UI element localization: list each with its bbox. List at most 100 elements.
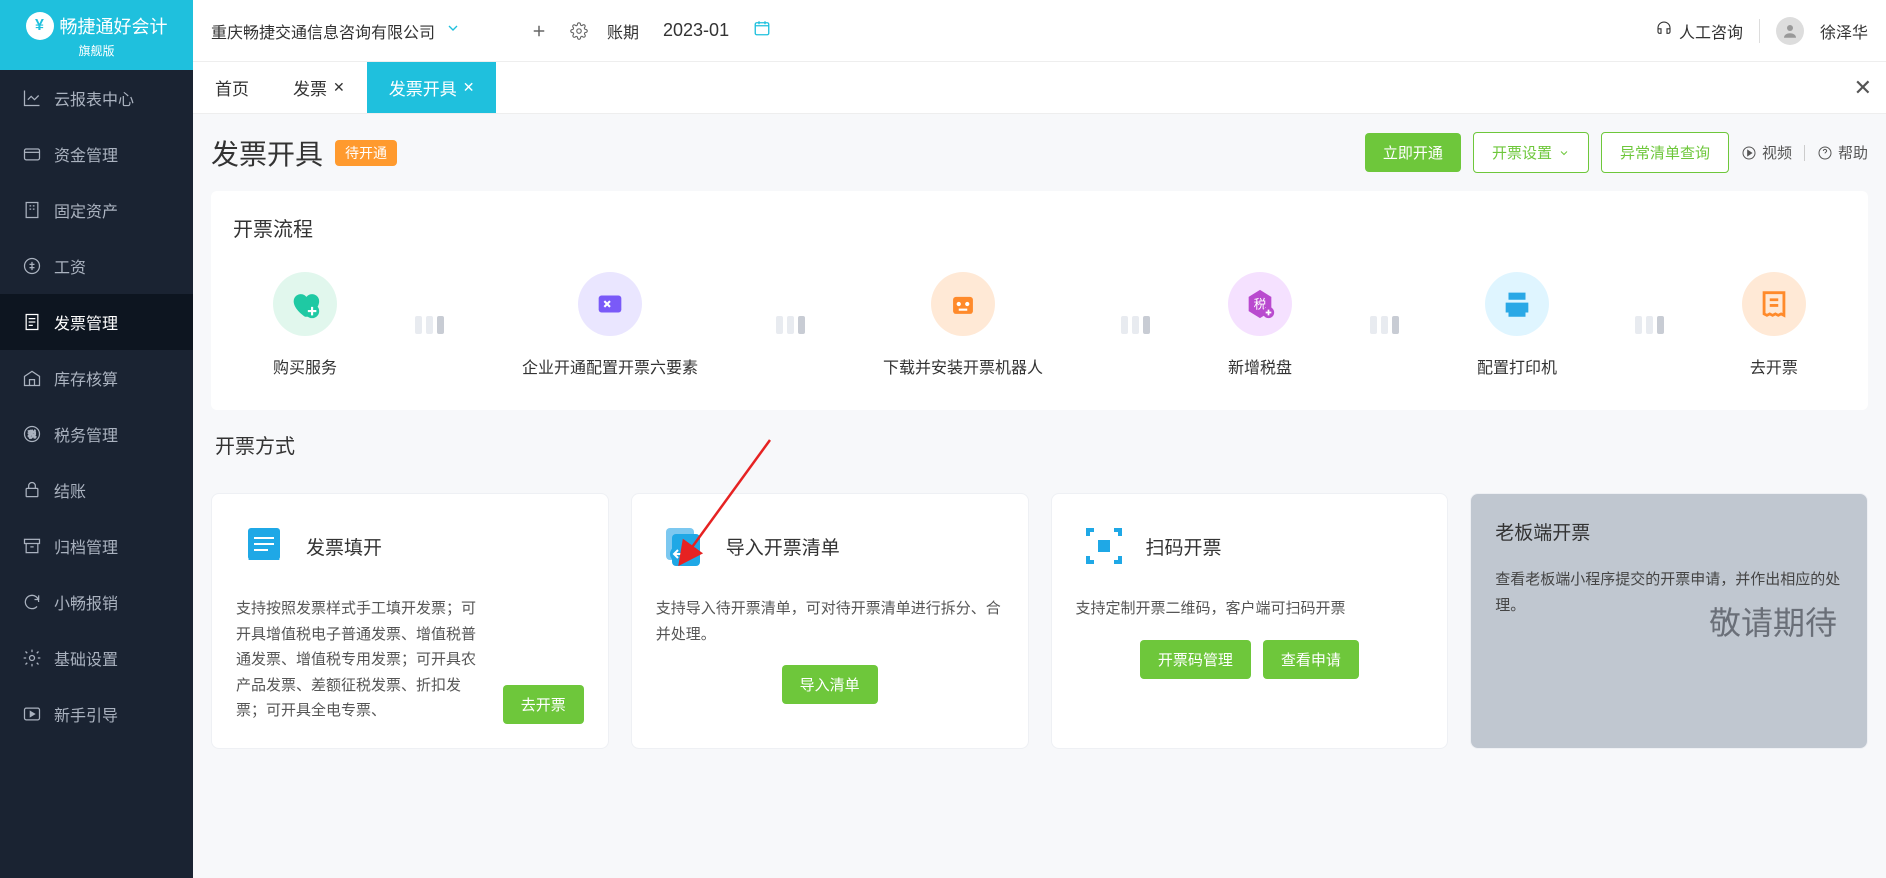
nav-tax[interactable]: 税税务管理 bbox=[0, 406, 193, 462]
tab-invoice-issue[interactable]: 发票开具 ✕ bbox=[367, 62, 497, 113]
step-label: 去开票 bbox=[1750, 354, 1798, 378]
panel-title: 开票流程 bbox=[233, 213, 1846, 242]
close-icon[interactable]: ✕ bbox=[463, 79, 475, 96]
flow-step-download[interactable]: 下载并安装开票机器人 bbox=[883, 272, 1043, 378]
org-name: 重庆畅捷交通信息咨询有限公司 bbox=[211, 19, 435, 43]
close-all-tabs[interactable]: ✕ bbox=[1854, 75, 1872, 101]
step-label: 购买服务 bbox=[273, 354, 337, 378]
method-cards: 发票填开 支持按照发票样式手工填开发票；可开具增值税电子普通发票、增值税普通发票… bbox=[211, 493, 1868, 749]
flow-step-buy[interactable]: 购买服务 bbox=[273, 272, 337, 378]
nav-funds[interactable]: 资金管理 bbox=[0, 126, 193, 182]
methods-title: 开票方式 bbox=[211, 430, 1868, 459]
view-apply-button[interactable]: 查看申请 bbox=[1263, 640, 1359, 679]
org-selector[interactable]: 重庆畅捷交通信息咨询有限公司 bbox=[211, 19, 511, 43]
nav-label: 小畅报销 bbox=[54, 590, 118, 614]
tab-bar: 首页 发票 ✕ 发票开具 ✕ ✕ bbox=[193, 62, 1886, 114]
nav-expense[interactable]: 小畅报销 bbox=[0, 574, 193, 630]
tab-label: 发票开具 bbox=[389, 75, 457, 100]
calendar-icon[interactable] bbox=[753, 19, 771, 42]
flow-step-config[interactable]: 企业开通配置开票六要素 bbox=[522, 272, 698, 378]
card-title: 导入开票清单 bbox=[726, 533, 840, 560]
add-button[interactable] bbox=[527, 19, 551, 43]
tax-icon: 税 bbox=[22, 424, 42, 444]
support-link[interactable]: 人工咨询 bbox=[1655, 19, 1743, 43]
nav-inventory[interactable]: 库存核算 bbox=[0, 350, 193, 406]
username[interactable]: 徐泽华 bbox=[1820, 19, 1868, 43]
tab-home[interactable]: 首页 bbox=[193, 62, 271, 113]
invoice-icon bbox=[22, 312, 42, 332]
nav-label: 基础设置 bbox=[54, 646, 118, 670]
flow-step-go[interactable]: 去开票 bbox=[1742, 272, 1806, 378]
settings-icon[interactable] bbox=[567, 19, 591, 43]
card-title: 老板端开票 bbox=[1495, 518, 1590, 545]
tab-invoice[interactable]: 发票 ✕ bbox=[271, 62, 367, 113]
wallet-icon bbox=[22, 144, 42, 164]
flow-separator bbox=[1370, 316, 1399, 334]
svg-text:税: 税 bbox=[28, 429, 37, 439]
play-circle-icon bbox=[1741, 145, 1757, 161]
nav-guide[interactable]: 新手引导 bbox=[0, 686, 193, 742]
page-title: 发票开具 bbox=[211, 133, 323, 173]
topbar: 重庆畅捷交通信息咨询有限公司 账期 2023-01 人工咨询 徐泽华 bbox=[193, 0, 1886, 62]
support-label: 人工咨询 bbox=[1679, 19, 1743, 43]
flow-separator bbox=[776, 316, 805, 334]
help-link[interactable]: 帮助 bbox=[1817, 142, 1868, 163]
step-label: 新增税盘 bbox=[1228, 354, 1292, 378]
nav-label: 结账 bbox=[54, 478, 86, 502]
printer-icon bbox=[1500, 287, 1534, 321]
nav-closing[interactable]: 结账 bbox=[0, 462, 193, 518]
abnormal-list-button[interactable]: 异常清单查询 bbox=[1601, 132, 1729, 173]
receipt-icon bbox=[1757, 287, 1791, 321]
brand-logo[interactable]: ¥ 畅捷通好会计 旗舰版 bbox=[0, 0, 193, 70]
warehouse-icon bbox=[22, 368, 42, 388]
import-list-button[interactable]: 导入清单 bbox=[782, 665, 878, 704]
main-content: 重庆畅捷交通信息咨询有限公司 账期 2023-01 人工咨询 徐泽华 首页 发票… bbox=[193, 0, 1886, 878]
hexagon-plus-icon: 税 bbox=[1243, 287, 1277, 321]
brand-name: 畅捷通好会计 bbox=[60, 13, 168, 39]
user-avatar[interactable] bbox=[1776, 17, 1804, 45]
card-fill-invoice: 发票填开 支持按照发票样式手工填开发票；可开具增值税电子普通发票、增值税普通发票… bbox=[211, 493, 609, 749]
money-icon bbox=[22, 256, 42, 276]
nav-archive[interactable]: 归档管理 bbox=[0, 518, 193, 574]
card-desc: 支持导入待开票清单，可对待开票清单进行拆分、合并处理。 bbox=[656, 596, 1004, 647]
card-import-list: 导入开票清单 支持导入待开票清单，可对待开票清单进行拆分、合并处理。 导入清单 bbox=[631, 493, 1029, 749]
nav-label: 云报表中心 bbox=[54, 86, 134, 110]
building-icon bbox=[22, 200, 42, 220]
nav-report-center[interactable]: 云报表中心 bbox=[0, 70, 193, 126]
tab-label: 首页 bbox=[215, 75, 249, 100]
card-scan-invoice: 扫码开票 支持定制开票二维码，客户端可扫码开票 开票码管理查看申请 bbox=[1051, 493, 1449, 749]
refresh-icon bbox=[22, 592, 42, 612]
card-desc: 支持定制开票二维码，客户端可扫码开票 bbox=[1076, 596, 1424, 622]
heart-plus-icon bbox=[288, 287, 322, 321]
page-header: 发票开具 待开通 立即开通 开票设置 异常清单查询 视频 帮助 bbox=[211, 132, 1868, 173]
nav-salary[interactable]: 工资 bbox=[0, 238, 193, 294]
coming-soon-text: 敬请期待 bbox=[1709, 598, 1837, 644]
tab-label: 发票 bbox=[293, 75, 327, 100]
card-boss-invoice: 老板端开票 查看老板端小程序提交的开票申请，并作出相应的处理。 敬请期待 bbox=[1470, 493, 1868, 749]
nav-fixed-assets[interactable]: 固定资产 bbox=[0, 182, 193, 238]
period-value[interactable]: 2023-01 bbox=[663, 20, 729, 41]
headset-icon bbox=[1655, 19, 1673, 42]
status-badge: 待开通 bbox=[335, 140, 397, 166]
open-now-button[interactable]: 立即开通 bbox=[1365, 133, 1461, 172]
period-label: 账期 bbox=[607, 19, 639, 43]
play-icon bbox=[22, 704, 42, 724]
video-link[interactable]: 视频 bbox=[1741, 142, 1792, 163]
step-label: 下载并安装开票机器人 bbox=[883, 354, 1043, 378]
robot-icon bbox=[946, 287, 980, 321]
flow-step-printer[interactable]: 配置打印机 bbox=[1477, 272, 1557, 378]
card-title: 扫码开票 bbox=[1146, 533, 1222, 560]
nav-invoice[interactable]: 发票管理 bbox=[0, 294, 193, 350]
go-invoice-button[interactable]: 去开票 bbox=[503, 685, 584, 724]
flow-step-tax-disk[interactable]: 税新增税盘 bbox=[1228, 272, 1292, 378]
import-icon bbox=[656, 518, 712, 574]
brand-edition: 旗舰版 bbox=[78, 42, 114, 59]
card-title: 发票填开 bbox=[306, 533, 382, 560]
flow-separator bbox=[415, 316, 444, 334]
nav-settings[interactable]: 基础设置 bbox=[0, 630, 193, 686]
close-icon[interactable]: ✕ bbox=[333, 79, 345, 96]
code-manage-button[interactable]: 开票码管理 bbox=[1140, 640, 1251, 679]
invoice-settings-button[interactable]: 开票设置 bbox=[1473, 132, 1589, 173]
ticket-icon bbox=[593, 287, 627, 321]
flow-panel: 开票流程 购买服务 企业开通配置开票六要素 下载并安装开票机器人 税新增税盘 配… bbox=[211, 191, 1868, 410]
